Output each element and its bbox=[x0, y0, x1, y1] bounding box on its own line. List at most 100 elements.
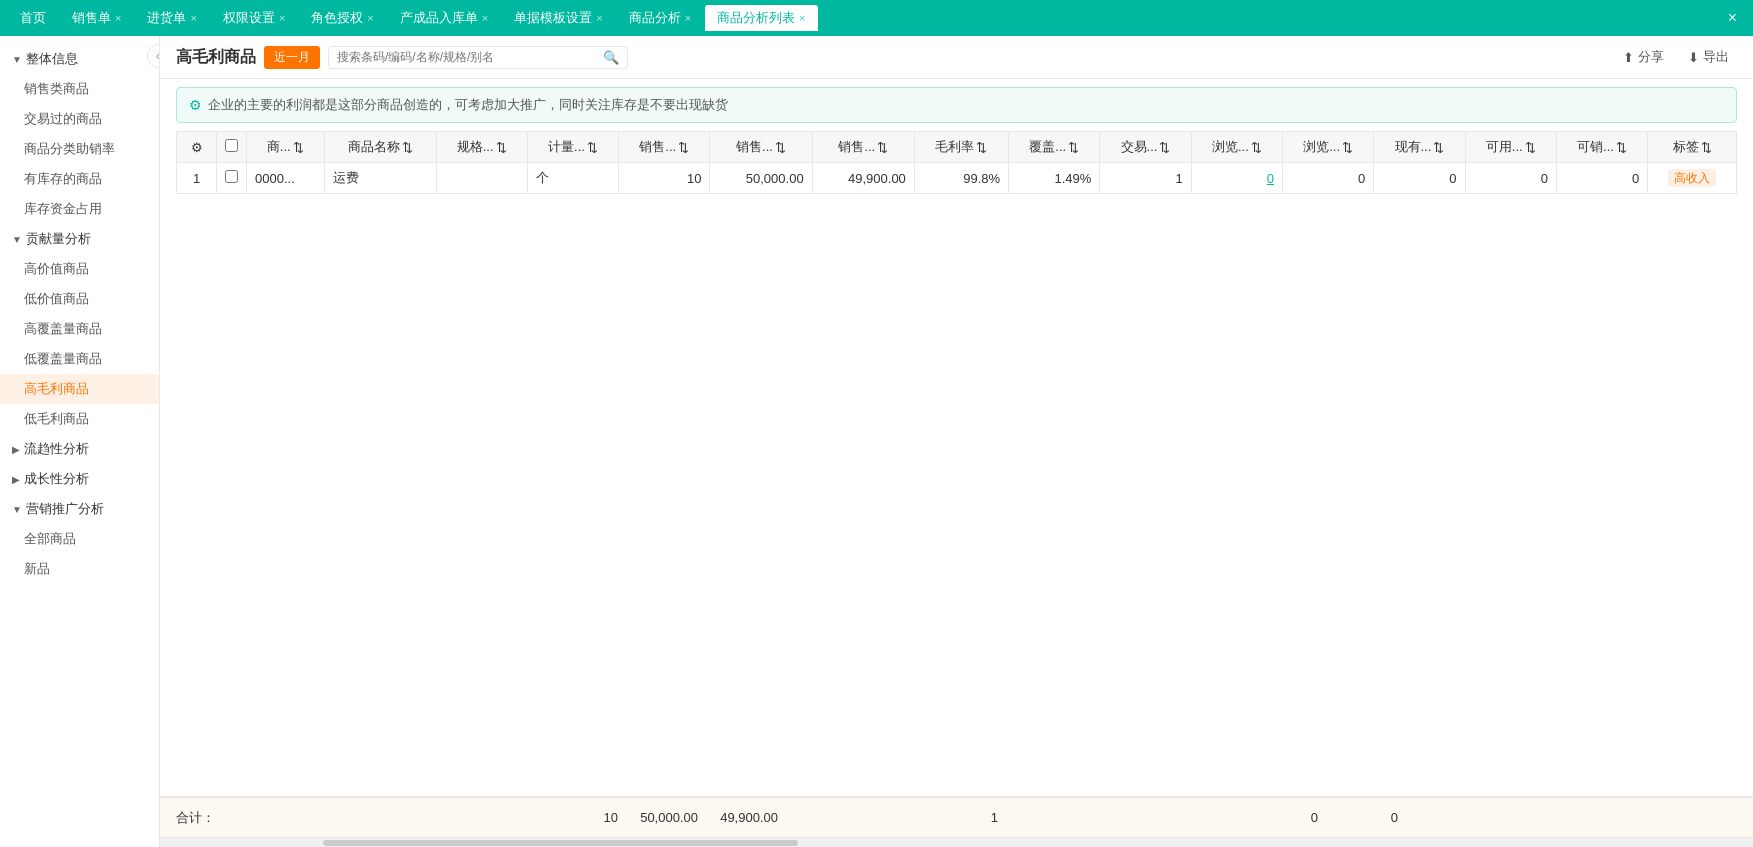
close-icon[interactable]: × bbox=[596, 12, 602, 24]
tab-purchase[interactable]: 进货单 × bbox=[135, 5, 208, 31]
sidebar-item-high-coverage[interactable]: 高覆盖量商品 bbox=[0, 314, 159, 344]
cell-sales-cost: 49,900.00 bbox=[812, 163, 914, 194]
tab-product-in[interactable]: 产成品入库单 × bbox=[388, 5, 500, 31]
tab-permission[interactable]: 权限设置 × bbox=[211, 5, 297, 31]
cell-gross-rate: 99.8% bbox=[914, 163, 1008, 194]
footer-available: 0 bbox=[1246, 806, 1326, 829]
sidebar: « ▼ 整体信息 销售类商品 交易过的商品 商品分类助销率 有库存的商品 库存资… bbox=[0, 36, 160, 847]
sort-icon: ⇅ bbox=[293, 140, 304, 155]
footer-spacer bbox=[236, 806, 546, 829]
browse1-link[interactable]: 0 bbox=[1267, 171, 1274, 186]
col-header-sales-cost[interactable]: 销售... ⇅ bbox=[812, 132, 914, 163]
sort-icon: ⇅ bbox=[402, 140, 413, 155]
page-title: 高毛利商品 bbox=[176, 47, 256, 68]
settings-icon[interactable]: ⚙ bbox=[191, 140, 203, 155]
col-header-code[interactable]: 商... ⇅ bbox=[247, 132, 325, 163]
tab-sales[interactable]: 销售单 × bbox=[60, 5, 133, 31]
col-header-current[interactable]: 现有... ⇅ bbox=[1374, 132, 1465, 163]
close-icon[interactable]: × bbox=[279, 12, 285, 24]
sort-icon: ⇅ bbox=[587, 140, 598, 155]
share-button[interactable]: ⬆ 分享 bbox=[1615, 44, 1672, 70]
table-footer: 合计： 10 50,000.00 49,900.00 1 0 0 bbox=[160, 796, 1753, 837]
sidebar-item-category-rate[interactable]: 商品分类助销率 bbox=[0, 134, 159, 164]
sidebar-group-overall[interactable]: ▼ 整体信息 bbox=[0, 44, 159, 74]
chevron-down-icon: ▼ bbox=[12, 504, 22, 515]
table-row: 1 0000... 运费 个 10 50,000.00 49,900.00 99… bbox=[177, 163, 1737, 194]
sidebar-item-low-margin[interactable]: 低毛利商品 bbox=[0, 404, 159, 434]
col-header-check bbox=[217, 132, 247, 163]
row-checkbox[interactable] bbox=[225, 170, 238, 183]
col-header-num: ⚙ bbox=[177, 132, 217, 163]
col-header-available[interactable]: 可用... ⇅ bbox=[1465, 132, 1556, 163]
sidebar-item-high-margin[interactable]: 高毛利商品 bbox=[0, 374, 159, 404]
sort-icon: ⇅ bbox=[1433, 140, 1444, 155]
col-header-transaction[interactable]: 交易... ⇅ bbox=[1100, 132, 1191, 163]
close-icon[interactable]: × bbox=[115, 12, 121, 24]
col-header-gross-rate[interactable]: 毛利率 ⇅ bbox=[914, 132, 1008, 163]
col-header-name[interactable]: 商品名称 ⇅ bbox=[324, 132, 436, 163]
tab-analysis-list[interactable]: 商品分析列表 × bbox=[705, 5, 817, 31]
sidebar-item-sales-goods[interactable]: 销售类商品 bbox=[0, 74, 159, 104]
col-header-browse2[interactable]: 浏览... ⇅ bbox=[1282, 132, 1373, 163]
footer-spacer3 bbox=[1006, 806, 1086, 829]
sidebar-item-low-value[interactable]: 低价值商品 bbox=[0, 284, 159, 314]
col-header-unit[interactable]: 计量... ⇅ bbox=[527, 132, 618, 163]
tab-role[interactable]: 角色授权 × bbox=[299, 5, 385, 31]
cell-browse1: 0 bbox=[1191, 163, 1282, 194]
sidebar-item-new-goods[interactable]: 新品 bbox=[0, 554, 159, 584]
filter-recent-month-button[interactable]: 近一月 bbox=[264, 46, 320, 69]
sidebar-item-all-goods[interactable]: 全部商品 bbox=[0, 524, 159, 554]
sort-icon: ⇅ bbox=[1251, 140, 1262, 155]
header-actions: ⬆ 分享 ⬇ 导出 bbox=[1615, 44, 1737, 70]
sidebar-group-trend[interactable]: ▶ 流趋性分析 bbox=[0, 434, 159, 464]
close-icon[interactable]: × bbox=[367, 12, 373, 24]
cell-transaction: 1 bbox=[1100, 163, 1191, 194]
info-icon: ⚙ bbox=[189, 97, 202, 113]
share-icon: ⬆ bbox=[1623, 50, 1634, 65]
col-header-spec[interactable]: 规格... ⇅ bbox=[436, 132, 527, 163]
col-header-browse1[interactable]: 浏览... ⇅ bbox=[1191, 132, 1282, 163]
export-button[interactable]: ⬇ 导出 bbox=[1680, 44, 1737, 70]
col-header-coverage[interactable]: 覆盖... ⇅ bbox=[1009, 132, 1100, 163]
close-icon[interactable]: × bbox=[482, 12, 488, 24]
sidebar-item-low-coverage[interactable]: 低覆盖量商品 bbox=[0, 344, 159, 374]
info-banner: ⚙ 企业的主要的利润都是这部分商品创造的，可考虑加大推广，同时关注库存是不要出现… bbox=[176, 87, 1737, 123]
tab-template[interactable]: 单据模板设置 × bbox=[502, 5, 614, 31]
sidebar-group-contribution[interactable]: ▼ 贡献量分析 bbox=[0, 224, 159, 254]
search-input[interactable] bbox=[337, 50, 599, 64]
window-close-button[interactable]: × bbox=[1720, 5, 1745, 31]
sidebar-item-traded-goods[interactable]: 交易过的商品 bbox=[0, 104, 159, 134]
sort-icon: ⇅ bbox=[1525, 140, 1536, 155]
cell-tag: 高收入 bbox=[1648, 163, 1737, 194]
sidebar-group-marketing[interactable]: ▼ 营销推广分析 bbox=[0, 494, 159, 524]
tab-analysis[interactable]: 商品分析 × bbox=[617, 5, 703, 31]
sort-icon: ⇅ bbox=[1701, 140, 1712, 155]
sidebar-item-high-value[interactable]: 高价值商品 bbox=[0, 254, 159, 284]
cell-num: 1 bbox=[177, 163, 217, 194]
close-icon[interactable]: × bbox=[799, 12, 805, 24]
cell-spec bbox=[436, 163, 527, 194]
select-all-checkbox[interactable] bbox=[225, 139, 238, 152]
sidebar-item-stock-capital[interactable]: 库存资金占用 bbox=[0, 194, 159, 224]
table-header-row: ⚙ 商... ⇅ 商品名称 bbox=[177, 132, 1737, 163]
cell-browse2: 0 bbox=[1282, 163, 1373, 194]
close-icon[interactable]: × bbox=[190, 12, 196, 24]
col-header-tag[interactable]: 标签 ⇅ bbox=[1648, 132, 1737, 163]
sidebar-item-in-stock[interactable]: 有库存的商品 bbox=[0, 164, 159, 194]
tab-home[interactable]: 首页 bbox=[8, 5, 58, 31]
search-icon[interactable]: 🔍 bbox=[603, 50, 619, 65]
col-header-sellable[interactable]: 可销... ⇅ bbox=[1556, 132, 1647, 163]
chevron-right-icon: ▶ bbox=[12, 474, 20, 485]
sort-icon: ⇅ bbox=[976, 140, 987, 155]
scrollbar-thumb[interactable] bbox=[323, 840, 799, 846]
col-header-sales-qty[interactable]: 销售... ⇅ bbox=[619, 132, 710, 163]
top-nav: 首页 销售单 × 进货单 × 权限设置 × 角色授权 × 产成品入库单 × 单据… bbox=[0, 0, 1753, 36]
footer-sellable: 0 bbox=[1326, 806, 1406, 829]
sidebar-group-growth[interactable]: ▶ 成长性分析 bbox=[0, 464, 159, 494]
bottom-scrollbar[interactable] bbox=[160, 837, 1753, 847]
cell-code: 0000... bbox=[247, 163, 325, 194]
col-header-sales-amt[interactable]: 销售... ⇅ bbox=[710, 132, 812, 163]
sort-icon: ⇅ bbox=[496, 140, 507, 155]
close-icon[interactable]: × bbox=[685, 12, 691, 24]
sort-icon: ⇅ bbox=[1616, 140, 1627, 155]
